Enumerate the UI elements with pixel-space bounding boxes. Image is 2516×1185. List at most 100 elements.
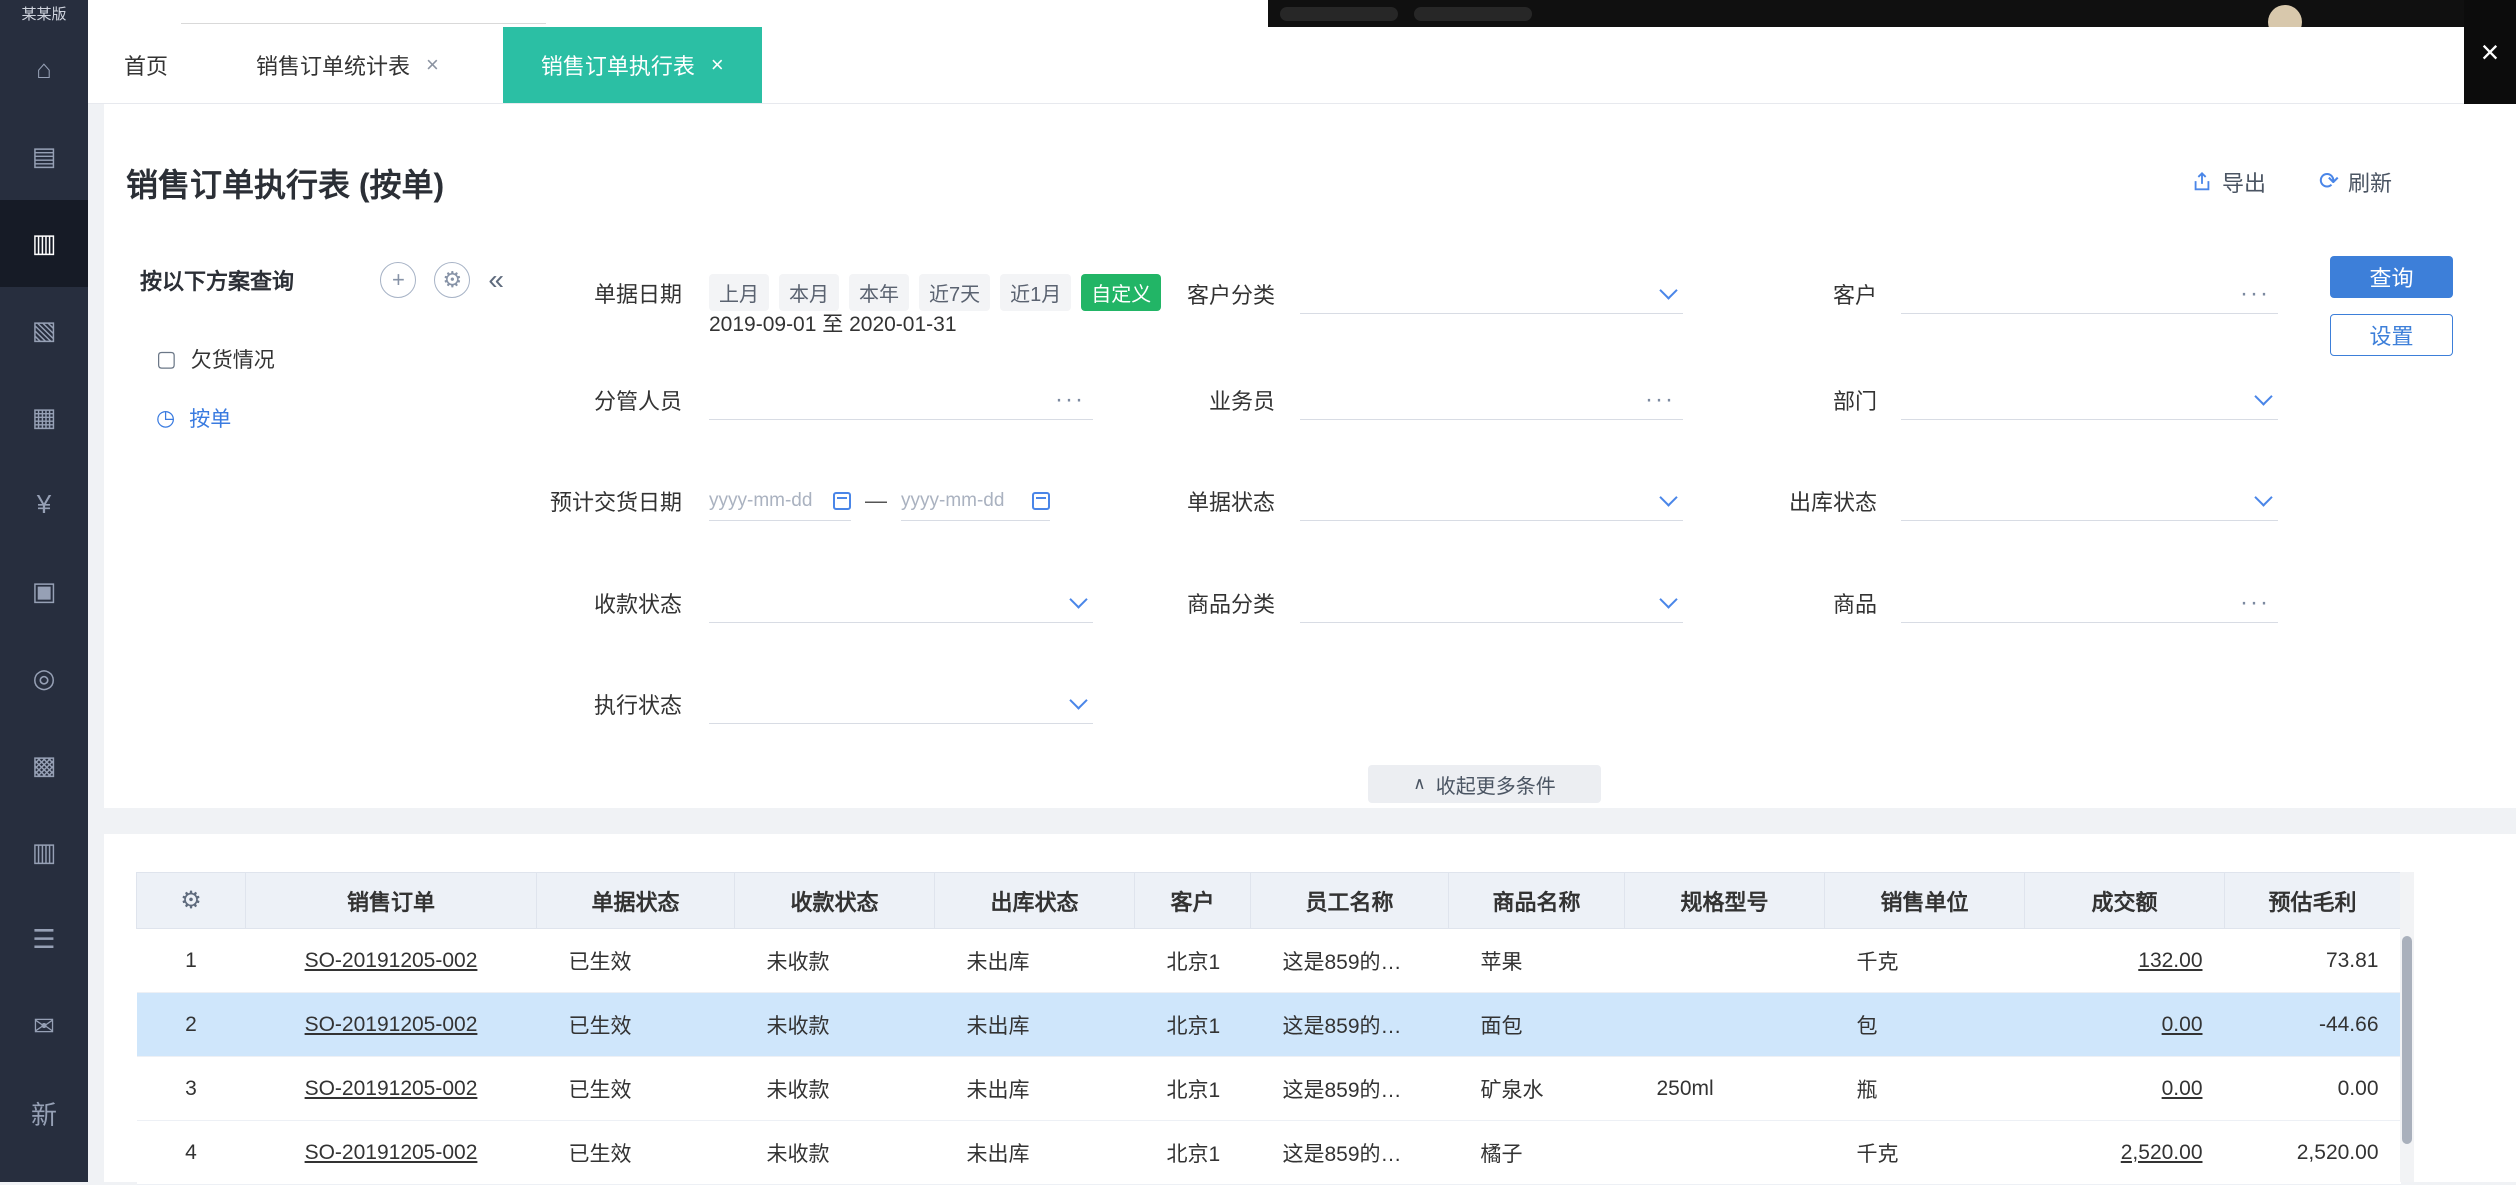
- quick-this-year[interactable]: 本年: [849, 274, 909, 311]
- amount-link[interactable]: 0.00: [2162, 1013, 2203, 1036]
- report-icon: ▥: [31, 837, 57, 867]
- col-payment-status: 收款状态: [734, 872, 935, 929]
- sidebar-item-delivery[interactable]: ◎: [0, 635, 88, 722]
- order-link[interactable]: SO-20191205-002: [305, 1141, 478, 1164]
- order-cell: SO-20191205-002: [245, 928, 537, 993]
- table-row[interactable]: 2 SO-20191205-002 已生效 未收款 未出库 北京1 这是859的…: [136, 992, 2401, 1057]
- amount-link[interactable]: 2,520.00: [2121, 1141, 2203, 1164]
- spec-cell: 250ml: [1624, 1056, 1825, 1121]
- quick-last-7-days[interactable]: 近7天: [919, 274, 991, 311]
- scheme-item-shortage[interactable]: ▢ 欠货情况: [156, 335, 275, 383]
- order-cell: SO-20191205-002: [245, 992, 537, 1057]
- tab-sales-order-execution[interactable]: 销售订单执行表 ×: [502, 27, 762, 103]
- chevron-down-icon: [2254, 387, 2273, 406]
- topbar-button[interactable]: [1414, 7, 1532, 21]
- department-select[interactable]: [1901, 380, 2278, 420]
- order-link[interactable]: SO-20191205-002: [305, 949, 478, 972]
- filter-label-customer-category: 客户分类: [1186, 283, 1275, 308]
- customer-cell: 北京1: [1134, 1120, 1251, 1185]
- close-icon[interactable]: ×: [426, 52, 439, 78]
- order-link[interactable]: SO-20191205-002: [305, 1013, 478, 1036]
- sidebar-item-warehouse[interactable]: ▦: [0, 374, 88, 461]
- new-feature-icon: 新: [30, 1100, 57, 1130]
- manager-picker[interactable]: ···: [709, 380, 1093, 420]
- pay-status-cell: 未收款: [734, 1056, 935, 1121]
- topbar-button[interactable]: [1280, 7, 1398, 21]
- clock-icon: ◷: [156, 405, 176, 430]
- customer-picker[interactable]: ···: [1901, 274, 2278, 314]
- filter-department: 部门: [1707, 380, 2278, 420]
- home-icon: ⌂: [36, 54, 52, 84]
- refresh-button[interactable]: ⟳ 刷新: [2319, 166, 2392, 198]
- exec-status-select[interactable]: [709, 684, 1093, 724]
- quick-last-month[interactable]: 上月: [709, 274, 769, 311]
- sidebar-item-sales[interactable]: ▥: [0, 200, 88, 287]
- plus-icon: +: [391, 267, 405, 292]
- sidebar-item-inventory[interactable]: ▩: [0, 722, 88, 809]
- delivery-date-range: yyyy-mm-dd — yyyy-mm-dd: [709, 481, 1050, 521]
- outbound-status-select[interactable]: [1901, 481, 2278, 521]
- product-picker[interactable]: ···: [1901, 583, 2278, 623]
- product-category-select[interactable]: [1300, 583, 1683, 623]
- scrollbar-thumb[interactable]: [2402, 936, 2412, 1144]
- pay-status-cell: 未收款: [734, 1120, 935, 1185]
- table-row[interactable]: 3 SO-20191205-002 已生效 未收款 未出库 北京1 这是859的…: [136, 1056, 2401, 1121]
- panel-close-button[interactable]: ×: [2464, 0, 2516, 104]
- sidebar-item-account[interactable]: ☰: [0, 896, 88, 983]
- date-placeholder: yyyy-mm-dd: [901, 489, 1005, 511]
- amount-link[interactable]: 0.00: [2162, 1077, 2203, 1100]
- sidebar-item-message[interactable]: ✉: [0, 983, 88, 1070]
- scheme-item-by-order[interactable]: ◷ 按单: [156, 394, 231, 442]
- export-icon: [2194, 171, 2210, 191]
- customer-cell: 北京1: [1134, 928, 1251, 993]
- delivery-date-from-input[interactable]: yyyy-mm-dd: [709, 481, 851, 521]
- filter-product: 商品 ···: [1707, 583, 2278, 623]
- collapse-panel-button[interactable]: «: [488, 264, 504, 296]
- salesman-picker[interactable]: ···: [1300, 380, 1683, 420]
- content-area: 销售订单执行表 (按单) 导出 ⟳ 刷新 按以下方案查询 + ⚙ « ▢ 欠货情…: [88, 104, 2516, 1185]
- collapse-more-conditions-button[interactable]: ∧ 收起更多条件: [1368, 765, 1601, 803]
- add-scheme-button[interactable]: +: [380, 262, 417, 298]
- close-icon[interactable]: ×: [711, 52, 724, 78]
- table-row[interactable]: 1 SO-20191205-002 已生效 未收款 未出库 北京1 这是859的…: [136, 928, 2401, 993]
- doc-status-select[interactable]: [1300, 481, 1683, 521]
- payment-status-select[interactable]: [709, 583, 1093, 623]
- order-link[interactable]: SO-20191205-002: [305, 1077, 478, 1100]
- doc-date-range-value[interactable]: 2019-09-01 至 2020-01-31: [709, 308, 957, 338]
- delivery-date-to-input[interactable]: yyyy-mm-dd: [901, 481, 1050, 521]
- tab-home[interactable]: 首页: [96, 27, 196, 103]
- quick-last-1-month[interactable]: 近1月: [1000, 274, 1072, 311]
- chevron-down-icon: [2254, 488, 2273, 507]
- out-status-cell: 未出库: [934, 992, 1135, 1057]
- sidebar-item-invoice[interactable]: ▣: [0, 548, 88, 635]
- sidebar-item-funds[interactable]: ¥: [0, 461, 88, 548]
- table-settings-button[interactable]: ⚙: [136, 872, 246, 929]
- col-employee-name: 员工名称: [1250, 872, 1449, 929]
- sidebar-item-home[interactable]: ⌂: [0, 26, 88, 113]
- profit-cell: 0.00: [2224, 1056, 2401, 1121]
- query-button[interactable]: 查询: [2330, 256, 2453, 298]
- settings-button[interactable]: 设置: [2330, 314, 2453, 356]
- sidebar-item-goods[interactable]: ▤: [0, 113, 88, 200]
- col-product-name: 商品名称: [1448, 872, 1625, 929]
- scheme-settings-button[interactable]: ⚙: [434, 262, 471, 298]
- sidebar-item-purchase[interactable]: ▧: [0, 287, 88, 374]
- filter-payment-status: 收款状态: [512, 583, 1093, 623]
- purchase-icon: ▧: [31, 315, 57, 345]
- amount-link[interactable]: 132.00: [2138, 949, 2202, 972]
- table-row[interactable]: 4 SO-20191205-002 已生效 未收款 未出库 北京1 这是859的…: [136, 1120, 2401, 1185]
- sidebar-item-report[interactable]: ▥: [0, 809, 88, 896]
- export-button[interactable]: 导出: [2191, 166, 2266, 198]
- orders-table: ⚙ 销售订单 单据状态 收款状态 出库状态 客户 员工名称 商品名称 规格型号 …: [136, 872, 2401, 1185]
- filter-doc-status: 单据状态: [1105, 481, 1683, 521]
- col-outbound-status: 出库状态: [934, 872, 1135, 929]
- row-index: 4: [136, 1120, 246, 1185]
- scheme-item-label: 欠货情况: [190, 349, 275, 372]
- sales-icon: ▥: [31, 228, 57, 258]
- tab-bar: 首页 销售订单统计表 × 销售订单执行表 ×: [88, 27, 2464, 104]
- sidebar-item-new[interactable]: 新: [0, 1070, 88, 1157]
- customer-category-select[interactable]: [1300, 274, 1683, 314]
- tab-sales-order-stats[interactable]: 销售订单统计表 ×: [252, 27, 443, 103]
- col-sales-unit: 销售单位: [1824, 872, 2025, 929]
- quick-this-month[interactable]: 本月: [779, 274, 839, 311]
